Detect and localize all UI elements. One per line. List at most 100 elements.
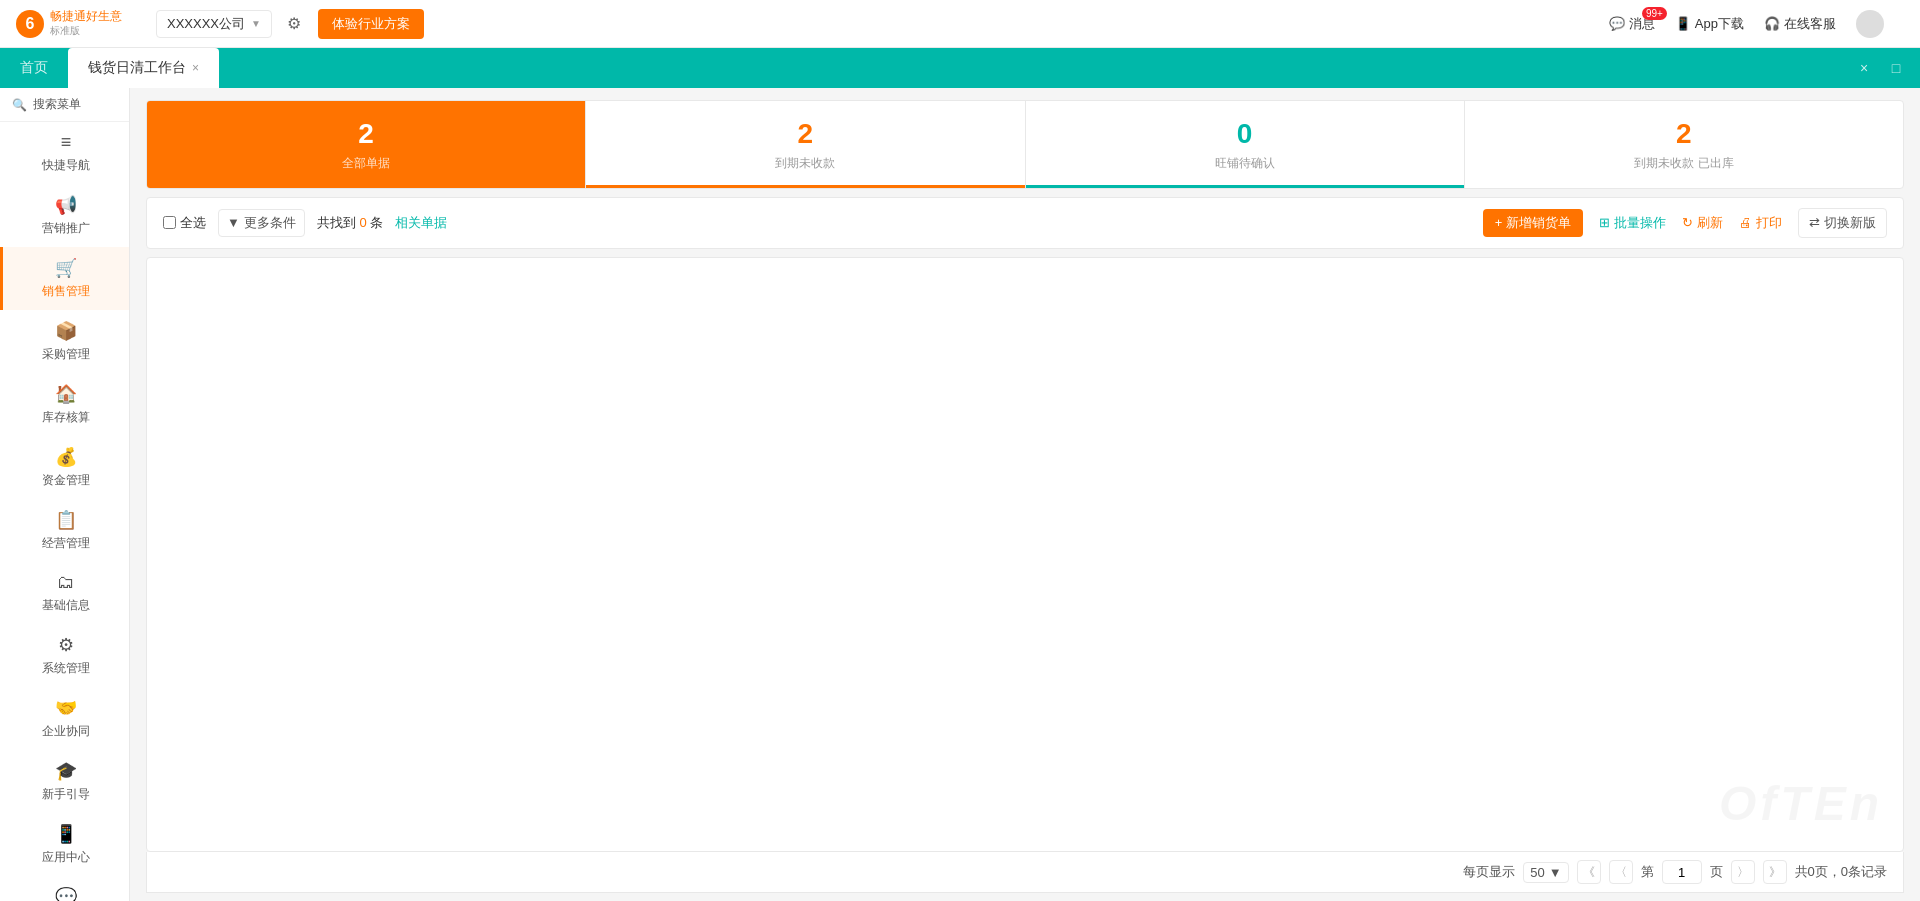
app-download-btn[interactable]: 📱 App下载 <box>1675 15 1744 33</box>
pagination-bar: 每页显示 50 ▼ 《 〈 第 页 〉 》 共0页，0条记录 <box>146 852 1904 893</box>
finance-label: 资金管理 <box>42 472 90 489</box>
found-count: 0 <box>360 215 367 230</box>
sidebar-item-system[interactable]: ⚙ 系统管理 <box>0 624 129 687</box>
add-order-btn[interactable]: + 新增销货单 <box>1483 209 1583 237</box>
found-prefix: 共找到 <box>317 215 356 230</box>
quicknav-label: 快捷导航 <box>42 157 90 174</box>
prev-page-btn[interactable]: 〈 <box>1609 860 1633 884</box>
page-unit: 页 <box>1710 863 1723 881</box>
stat-overdue-count: 2 <box>606 117 1004 151</box>
search-menu-btn[interactable]: 🔍 搜索菜单 <box>0 88 129 122</box>
select-all-checkbox[interactable] <box>163 216 176 229</box>
sidebar-item-finance[interactable]: 💰 资金管理 <box>0 436 129 499</box>
switch-version-btn[interactable]: ⇄ 切换新版 <box>1798 208 1887 238</box>
page-number-input[interactable] <box>1662 860 1702 884</box>
online-service-btn[interactable]: 🎧 在线客服 <box>1764 15 1836 33</box>
stat-shipped-label: 到期未收款 已出库 <box>1485 155 1883 172</box>
logo-sub: 标准版 <box>50 24 122 38</box>
system-label: 系统管理 <box>42 660 90 677</box>
page-size-value: 50 <box>1530 865 1544 880</box>
sidebar: 🔍 搜索菜单 ≡ 快捷导航 📢 营销推广 🛒 销售管理 📦 采购管理 🏠 库存核… <box>0 88 130 901</box>
marketing-label: 营销推广 <box>42 220 90 237</box>
guide-label: 新手引导 <box>42 786 90 803</box>
nav-tab-actions: × □ <box>1852 56 1920 80</box>
purchase-icon: 📦 <box>55 320 77 342</box>
tab-home-label: 首页 <box>20 59 48 77</box>
batch-label: 批量操作 <box>1614 214 1666 232</box>
stat-card-overdue[interactable]: 2 到期未收款 <box>586 101 1025 188</box>
message-icon: 💬 <box>1609 16 1625 31</box>
sidebar-item-guide[interactable]: 🎓 新手引导 <box>0 750 129 813</box>
company-selector[interactable]: XXXXXX公司 ▼ <box>156 10 272 38</box>
tab-workspace[interactable]: 钱货日清工作台 × <box>68 48 219 88</box>
more-filter-btn[interactable]: ▼ 更多条件 <box>218 209 305 237</box>
sales-icon: 🛒 <box>55 257 77 279</box>
main-layout: 🔍 搜索菜单 ≡ 快捷导航 📢 营销推广 🛒 销售管理 📦 采购管理 🏠 库存核… <box>0 88 1920 901</box>
experience-btn[interactable]: 体验行业方案 <box>318 9 424 39</box>
quicknav-icon: ≡ <box>61 132 72 153</box>
refresh-btn[interactable]: ↻ 刷新 <box>1682 214 1723 232</box>
stat-cards: 2 全部单据 2 到期未收款 0 旺铺待确认 2 到期未收款 已出库 <box>146 100 1904 189</box>
first-page-btn[interactable]: 《 <box>1577 860 1601 884</box>
appstore-label: 应用中心 <box>42 849 90 866</box>
last-page-btn[interactable]: 》 <box>1763 860 1787 884</box>
table-area: OfTEn <box>146 257 1904 852</box>
refresh-label: 刷新 <box>1697 214 1723 232</box>
logo-area: 6 畅捷通好生意 标准版 <box>16 9 146 39</box>
next-page-btn[interactable]: 〉 <box>1731 860 1755 884</box>
page-prefix: 第 <box>1641 863 1654 881</box>
found-text: 共找到 0 条 <box>317 214 383 232</box>
app-download-label: App下载 <box>1695 15 1744 33</box>
message-btn[interactable]: 💬 消息 99+ <box>1609 15 1655 33</box>
inventory-icon: 🏠 <box>55 383 77 405</box>
sidebar-item-marketing[interactable]: 📢 营销推广 <box>0 184 129 247</box>
enterprise-icon: 🤝 <box>55 697 77 719</box>
company-dropdown-arrow: ▼ <box>251 18 261 29</box>
stat-card-all[interactable]: 2 全部单据 <box>147 101 586 188</box>
app-download-icon: 📱 <box>1675 16 1691 31</box>
toolbar-left: 全选 ▼ 更多条件 共找到 0 条 相关单据 <box>163 209 1471 237</box>
inventory-label: 库存核算 <box>42 409 90 426</box>
service-icon: 🎧 <box>1764 16 1780 31</box>
close-window-btn[interactable]: × <box>1852 56 1876 80</box>
top-right-area: 💬 消息 99+ 📱 App下载 🎧 在线客服 <box>1609 10 1904 38</box>
sidebar-item-quicknav[interactable]: ≡ 快捷导航 <box>0 122 129 184</box>
stat-overdue-label: 到期未收款 <box>606 155 1004 172</box>
content-area: 2 全部单据 2 到期未收款 0 旺铺待确认 2 到期未收款 已出库 <box>130 88 1920 901</box>
sidebar-item-appstore[interactable]: 📱 应用中心 <box>0 813 129 876</box>
logo-icon: 6 <box>16 10 44 38</box>
maximize-window-btn[interactable]: □ <box>1884 56 1908 80</box>
select-all-area[interactable]: 全选 <box>163 214 206 232</box>
sidebar-item-sales[interactable]: 🛒 销售管理 <box>0 247 129 310</box>
select-all-label: 全选 <box>180 214 206 232</box>
tab-home[interactable]: 首页 <box>0 48 68 88</box>
stat-card-shipped[interactable]: 2 到期未收款 已出库 <box>1465 101 1903 188</box>
stat-wangpu-count: 0 <box>1046 117 1444 151</box>
watermark: OfTEn <box>1719 776 1883 831</box>
enterprise-label: 企业协同 <box>42 723 90 740</box>
sidebar-item-inventory[interactable]: 🏠 库存核算 <box>0 373 129 436</box>
sidebar-item-enterprise[interactable]: 🤝 企业协同 <box>0 687 129 750</box>
settings-button[interactable]: ⚙ <box>280 10 308 38</box>
toolbar-right: + 新增销货单 ⊞ 批量操作 ↻ 刷新 🖨 打印 ⇄ 切换新版 <box>1483 208 1887 238</box>
print-label: 打印 <box>1756 214 1782 232</box>
avatar[interactable] <box>1856 10 1884 38</box>
related-orders-link[interactable]: 相关单据 <box>395 214 447 232</box>
purchase-label: 采购管理 <box>42 346 90 363</box>
sidebar-item-purchase[interactable]: 📦 采购管理 <box>0 310 129 373</box>
sidebar-item-wechat[interactable]: 💬 企业微信 <box>0 876 129 901</box>
page-size-selector[interactable]: 50 ▼ <box>1523 862 1568 883</box>
sidebar-item-basic[interactable]: 🗂 基础信息 <box>0 562 129 624</box>
print-icon: 🖨 <box>1739 215 1752 230</box>
batch-icon: ⊞ <box>1599 215 1610 230</box>
sidebar-item-operations[interactable]: 📋 经营管理 <box>0 499 129 562</box>
search-menu-label: 搜索菜单 <box>33 96 81 113</box>
logo-title: 畅捷通好生意 <box>50 9 122 25</box>
stat-card-wangpu[interactable]: 0 旺铺待确认 <box>1026 101 1465 188</box>
stat-shipped-count: 2 <box>1485 117 1883 151</box>
print-btn[interactable]: 🖨 打印 <box>1739 214 1782 232</box>
operations-icon: 📋 <box>55 509 77 531</box>
batch-ops-btn[interactable]: ⊞ 批量操作 <box>1599 214 1666 232</box>
nav-tabs: 首页 钱货日清工作台 × × □ <box>0 48 1920 88</box>
close-tab-icon[interactable]: × <box>192 61 199 75</box>
